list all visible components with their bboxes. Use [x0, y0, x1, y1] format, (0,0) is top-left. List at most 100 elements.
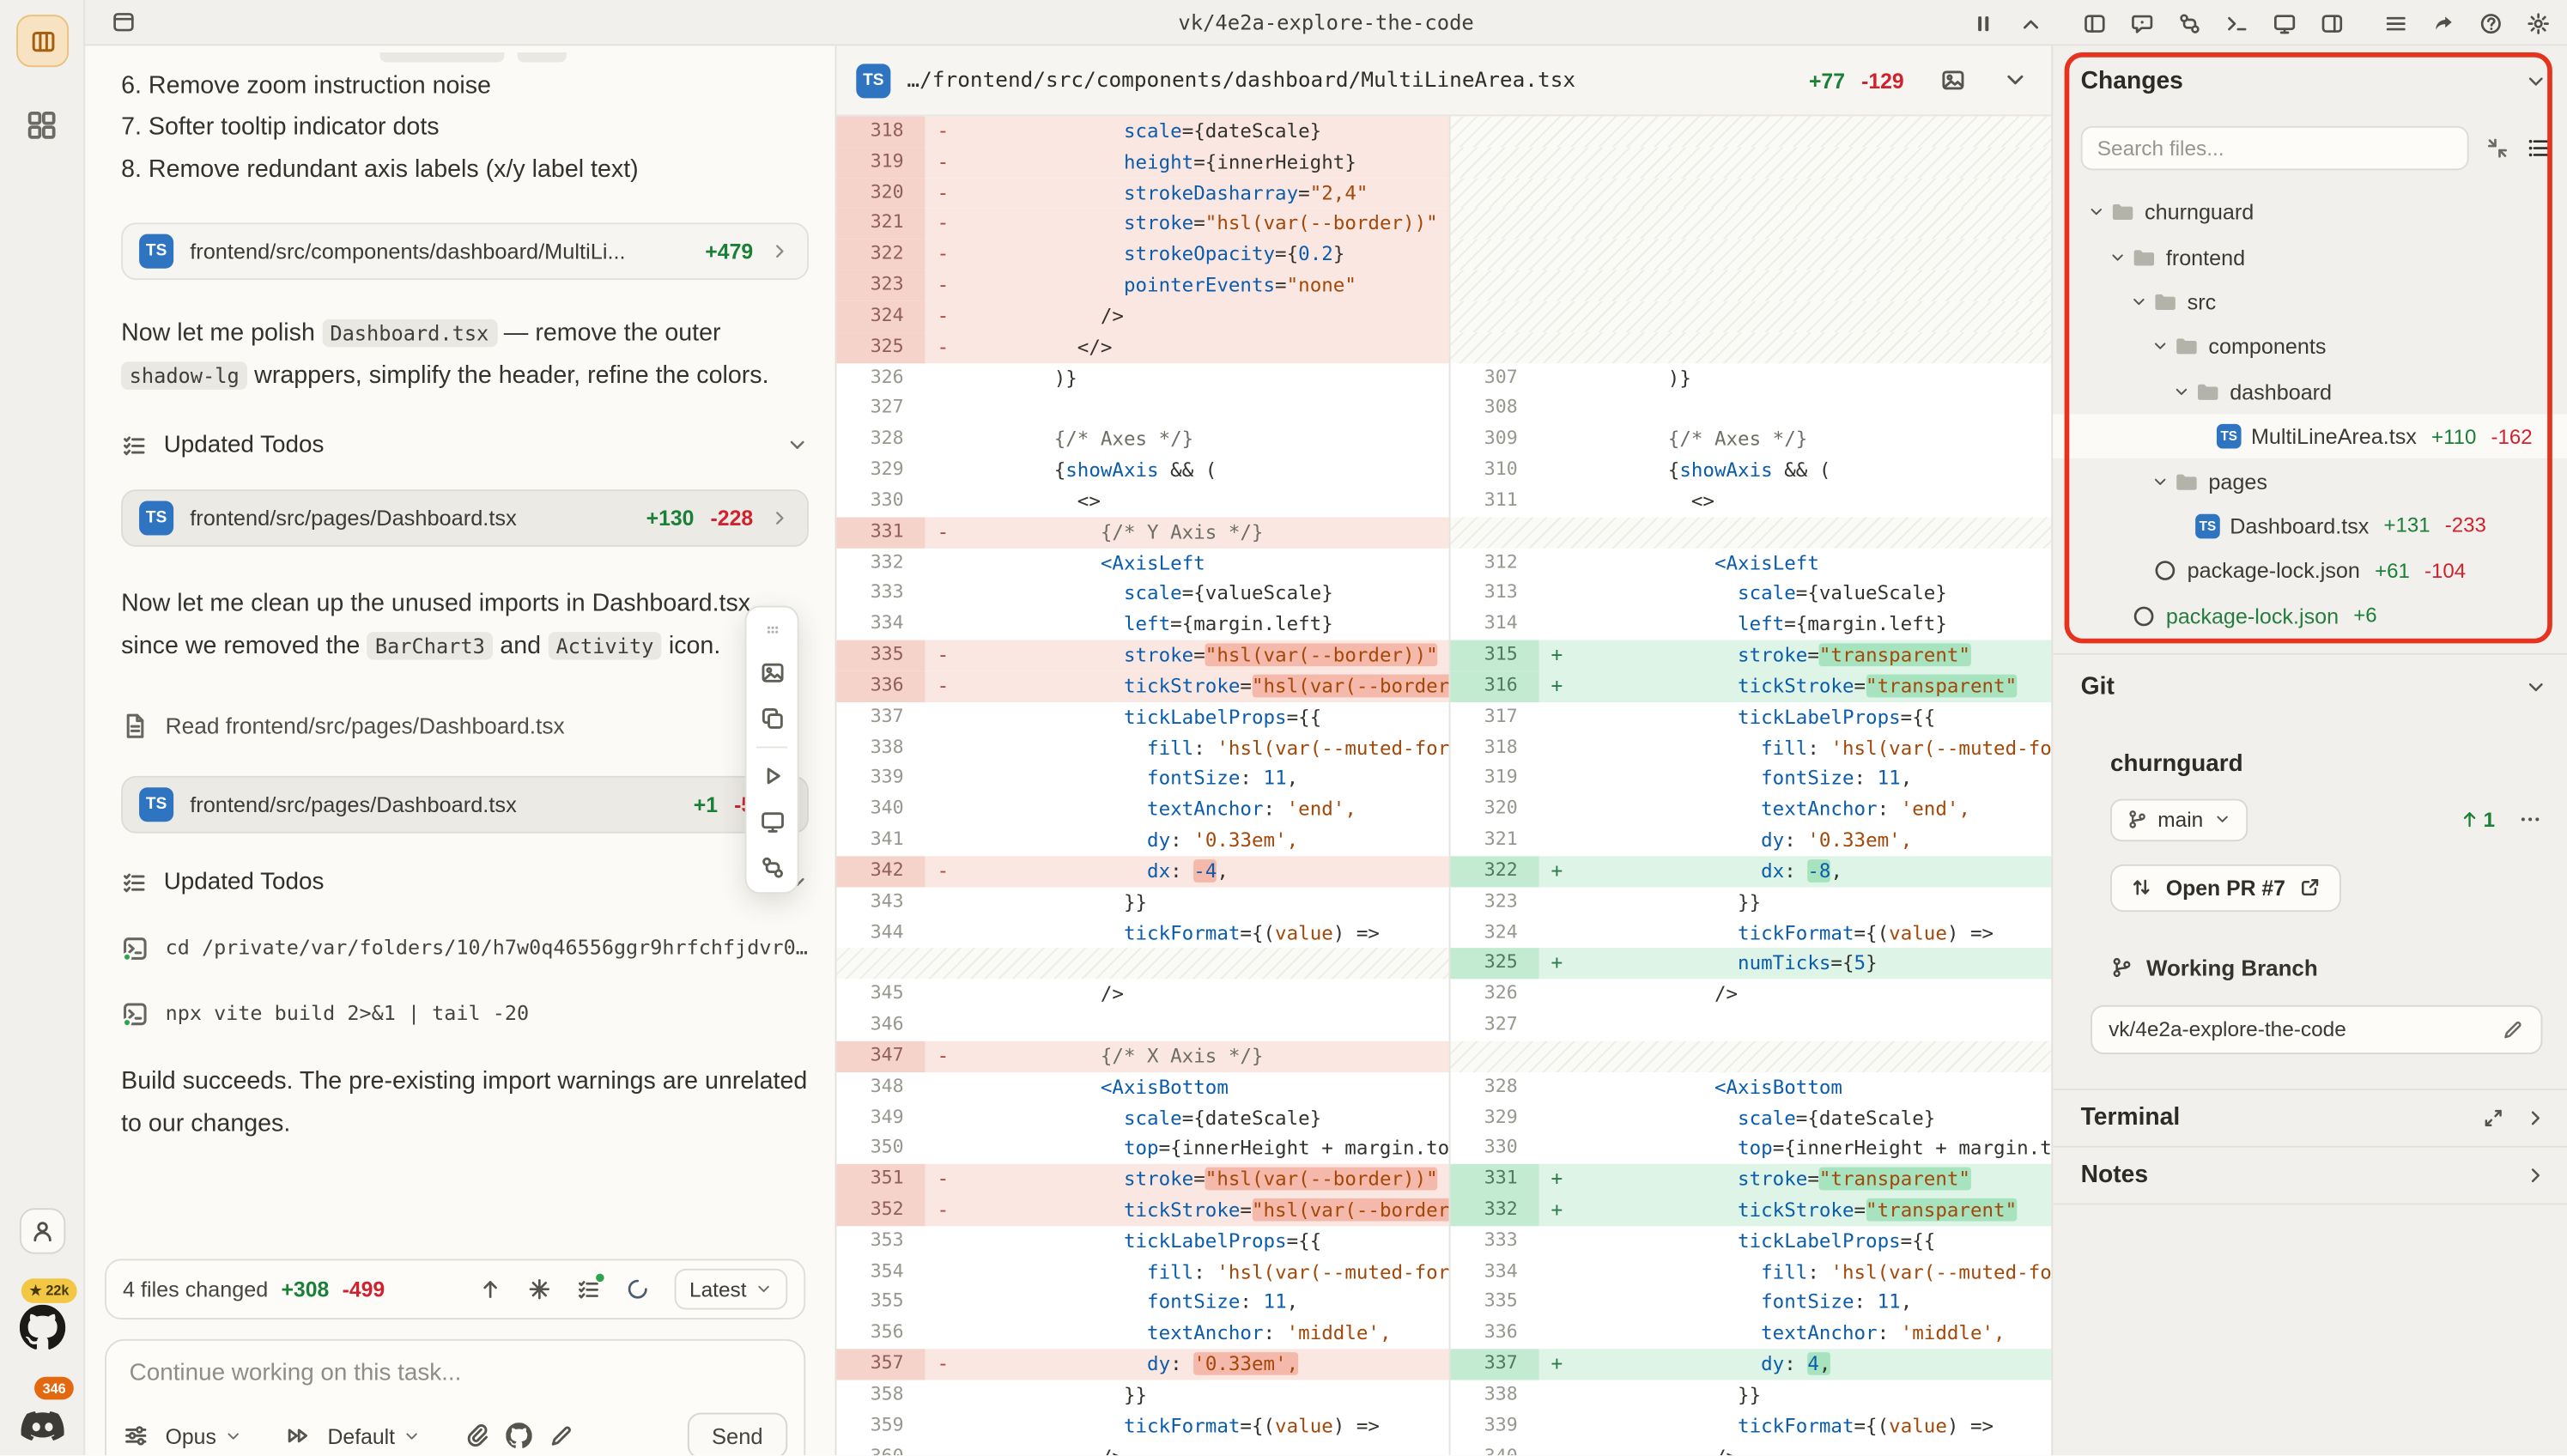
tree-folder-components[interactable]: components [2053, 325, 2567, 369]
sliders-icon[interactable] [123, 1423, 149, 1449]
working-branch-field[interactable]: vk/4e2a-explore-the-code [2091, 1005, 2542, 1054]
tree-file-package-lock.json[interactable]: package-lock.json+6 [2053, 593, 2567, 638]
copy-icon[interactable] [759, 706, 786, 732]
collapse-panel-icon[interactable] [2485, 136, 2510, 161]
file-change-card[interactable]: TSfrontend/src/components/dashboard/Mult… [121, 223, 809, 281]
chevron-down-icon[interactable] [2002, 67, 2029, 94]
mode-selector[interactable]: Default [328, 1423, 422, 1448]
tree-folder-churnguard[interactable]: churnguard [2053, 190, 2567, 234]
chat-bubble-icon[interactable] [2130, 10, 2155, 35]
tree-folder-pages[interactable]: pages [2053, 459, 2567, 504]
tool-call-label: cd /private/var/folders/10/h7w0q46556ggr… [166, 937, 809, 960]
diff-row: 325- </> [836, 332, 2051, 363]
changes-section-header[interactable]: Changes [2053, 61, 2567, 104]
help-icon[interactable] [2479, 10, 2503, 35]
version-selector[interactable]: Latest [675, 1269, 787, 1310]
file-change-card[interactable]: TSfrontend/src/pages/Dashboard.tsx+130-2… [121, 490, 809, 548]
diff-row: 322- strokeOpacity={0.2} [836, 240, 2051, 270]
pen-icon[interactable] [549, 1423, 575, 1449]
git-compare-icon[interactable] [759, 854, 786, 881]
chevron-down-icon[interactable] [2524, 676, 2547, 699]
chevron-right-icon[interactable] [2524, 1107, 2547, 1130]
tree-folder-frontend[interactable]: frontend [2053, 234, 2567, 279]
diff-row: 341 dy: '0.33em',321 dy: '0.33em', [836, 825, 2051, 856]
tree-folder-dashboard[interactable]: dashboard [2053, 369, 2567, 414]
tool-call-row[interactable]: npx vite build 2>&1 | tail -20 [121, 994, 809, 1034]
tree-file-MultiLineArea.tsx[interactable]: TSMultiLineArea.tsx+110-162 [2053, 414, 2567, 458]
menu-icon[interactable] [2383, 10, 2408, 35]
play-icon[interactable] [759, 763, 786, 790]
files-changed-label: 4 files changed [123, 1277, 268, 1301]
change-view-icon[interactable] [1940, 67, 1967, 94]
workspace-tab[interactable] [16, 15, 69, 67]
spinner-icon [626, 1277, 651, 1301]
chevron-down-icon[interactable] [2524, 70, 2547, 94]
diff-line: 328 <AxisBottom [1449, 1071, 2052, 1102]
screenshot-icon[interactable] [759, 659, 786, 686]
chevron-right-icon[interactable] [2524, 1164, 2547, 1187]
monitor-icon[interactable] [759, 809, 786, 835]
updated-todos-row[interactable]: Updated Todos [121, 864, 809, 901]
changes-summary-bar[interactable]: 4 files changed +308 -499 Latest [105, 1259, 805, 1320]
send-button[interactable]: Send [687, 1413, 787, 1456]
branch-selector[interactable]: main [2110, 798, 2248, 841]
fast-forward-icon[interactable] [285, 1423, 312, 1449]
composer-controls: Opus Default Send [123, 1413, 787, 1456]
github-icon[interactable] [507, 1423, 533, 1449]
discord-icon [18, 1399, 67, 1448]
diff-line: 331- {/* Y Axis */} [836, 517, 1448, 548]
panel-left-icon[interactable] [2083, 10, 2108, 35]
git-compare-icon[interactable] [2177, 10, 2202, 35]
open-pr-button[interactable]: Open PR #7 [2110, 864, 2341, 912]
diff-row: 327308 [836, 394, 2051, 425]
inline-code: BarChart3 [367, 632, 493, 659]
more-options-button[interactable] [2518, 808, 2543, 833]
diff-body: 318- scale={dateScale}319- height={inner… [836, 116, 2051, 1455]
changes-title: Changes [2081, 69, 2505, 95]
panel-right-icon[interactable] [2320, 10, 2345, 35]
share-icon[interactable] [2431, 10, 2456, 35]
gear-icon[interactable] [2526, 10, 2551, 35]
collapse-icon[interactable] [2018, 10, 2043, 35]
diff-line: 340 textAnchor: 'end', [836, 794, 1448, 825]
model-selector[interactable]: Opus [166, 1423, 243, 1448]
diff-line: 313 scale={valueScale} [1449, 579, 2052, 610]
pencil-icon[interactable] [2502, 1018, 2525, 1041]
composer-input[interactable]: Continue working on this task... [106, 1341, 804, 1386]
todos-status-button[interactable] [576, 1277, 601, 1301]
pause-icon[interactable] [1971, 10, 1996, 35]
arrow-up-icon[interactable] [478, 1277, 503, 1301]
spark-icon[interactable] [527, 1277, 552, 1301]
monitor-icon[interactable] [2273, 10, 2297, 35]
tree-file-Dashboard.tsx[interactable]: TSDashboard.tsx+131-233 [2053, 504, 2567, 549]
json-icon [2153, 559, 2178, 584]
git-section-header[interactable]: Git [2053, 666, 2567, 709]
tree-view-icon[interactable] [2526, 136, 2551, 161]
tool-call-row[interactable]: cd /private/var/folders/10/h7w0q46556ggr… [121, 929, 809, 968]
diff-line: 354 fill: 'hsl(var(--muted-foreground))'… [836, 1257, 1448, 1288]
notes-section-header[interactable]: Notes [2053, 1148, 2567, 1204]
paperclip-icon[interactable] [464, 1423, 490, 1449]
diff-row: 340 textAnchor: 'end',320 textAnchor: 'e… [836, 794, 2051, 825]
search-input[interactable] [2081, 126, 2469, 170]
ts-badge: TS [856, 63, 890, 97]
drag-handle-icon[interactable] [759, 619, 786, 640]
discord-link[interactable] [18, 1399, 67, 1448]
folder-icon [2195, 379, 2220, 404]
updated-todos-row[interactable]: Updated Todos [121, 428, 809, 464]
diff-filler [1449, 270, 2052, 301]
expand-icon[interactable] [2482, 1107, 2505, 1130]
diff-line: 333 tickLabelProps={{ [1449, 1226, 2052, 1257]
inline-code: shadow-lg [121, 361, 247, 389]
file-change-card[interactable]: TSfrontend/src/pages/Dashboard.tsx+1-5 [121, 776, 809, 834]
github-link[interactable] [20, 1305, 65, 1350]
tool-call-row[interactable]: Read frontend/src/pages/Dashboard.tsx [121, 706, 809, 745]
tree-folder-src[interactable]: src [2053, 280, 2567, 325]
grid-view-button[interactable] [25, 108, 59, 143]
tool-call-label: Read frontend/src/pages/Dashboard.tsx [166, 713, 565, 738]
terminal-section-header[interactable]: Terminal [2053, 1090, 2567, 1146]
diff-line: 346 [836, 1010, 1448, 1041]
tree-file-package-lock.json[interactable]: package-lock.json+61-104 [2053, 549, 2567, 593]
account-button[interactable] [20, 1208, 65, 1253]
terminal-icon[interactable] [2224, 10, 2249, 35]
